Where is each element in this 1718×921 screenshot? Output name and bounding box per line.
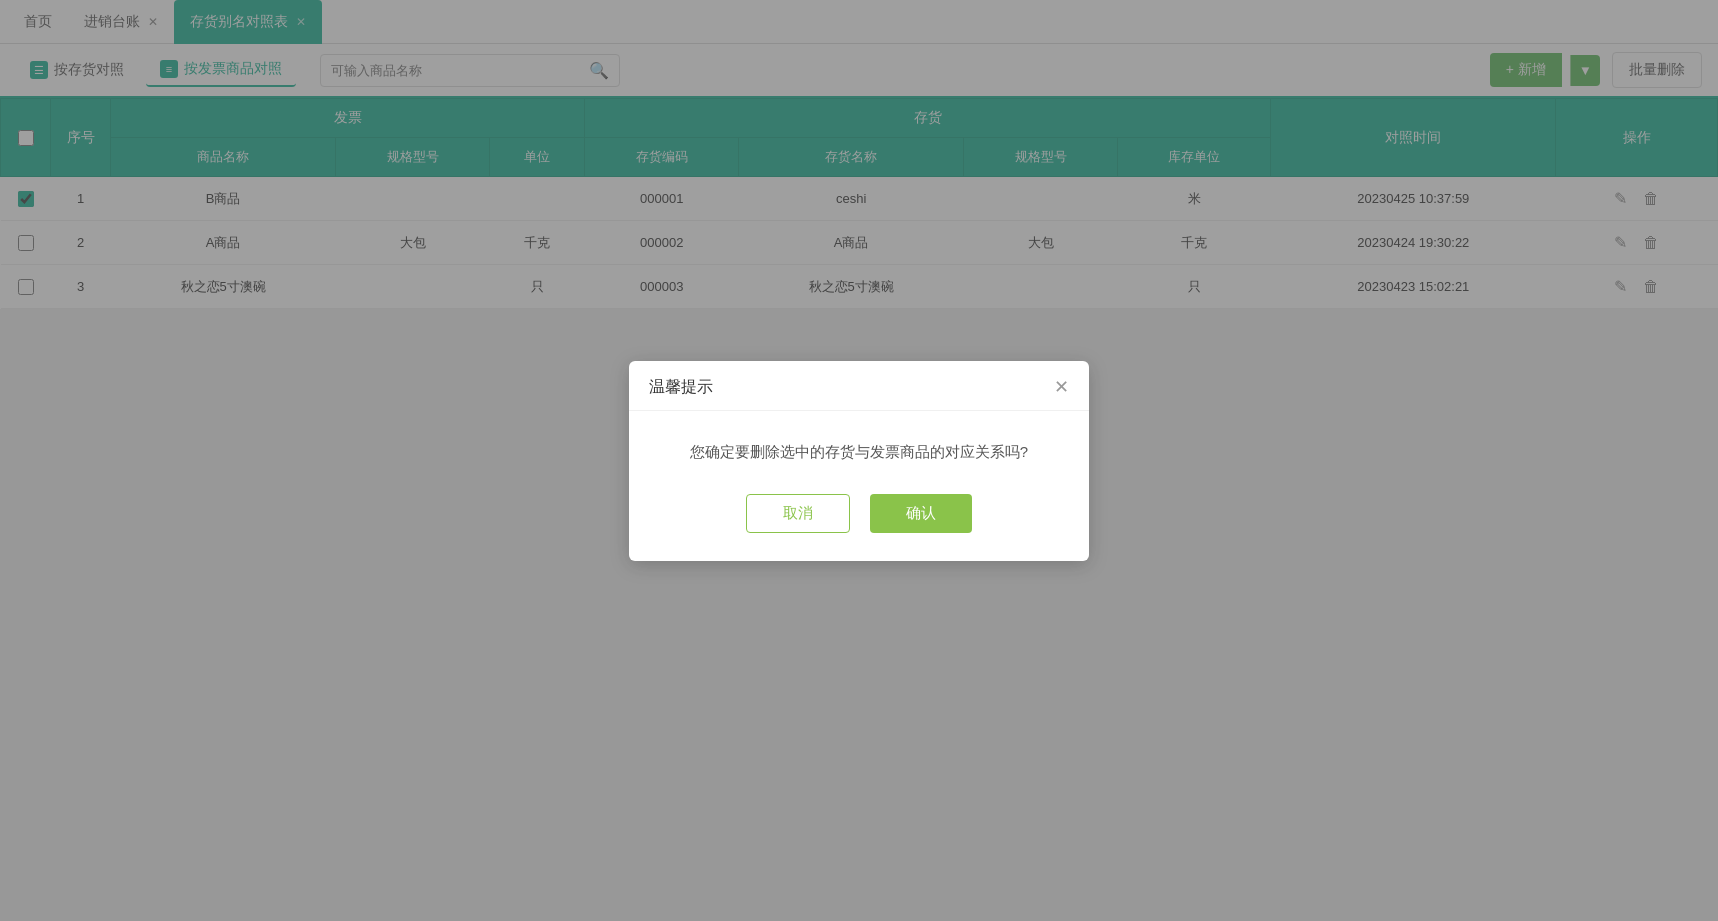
dialog-overlay: 温馨提示 ✕ 您确定要删除选中的存货与发票商品的对应关系吗? 取消 确认	[0, 0, 1718, 309]
